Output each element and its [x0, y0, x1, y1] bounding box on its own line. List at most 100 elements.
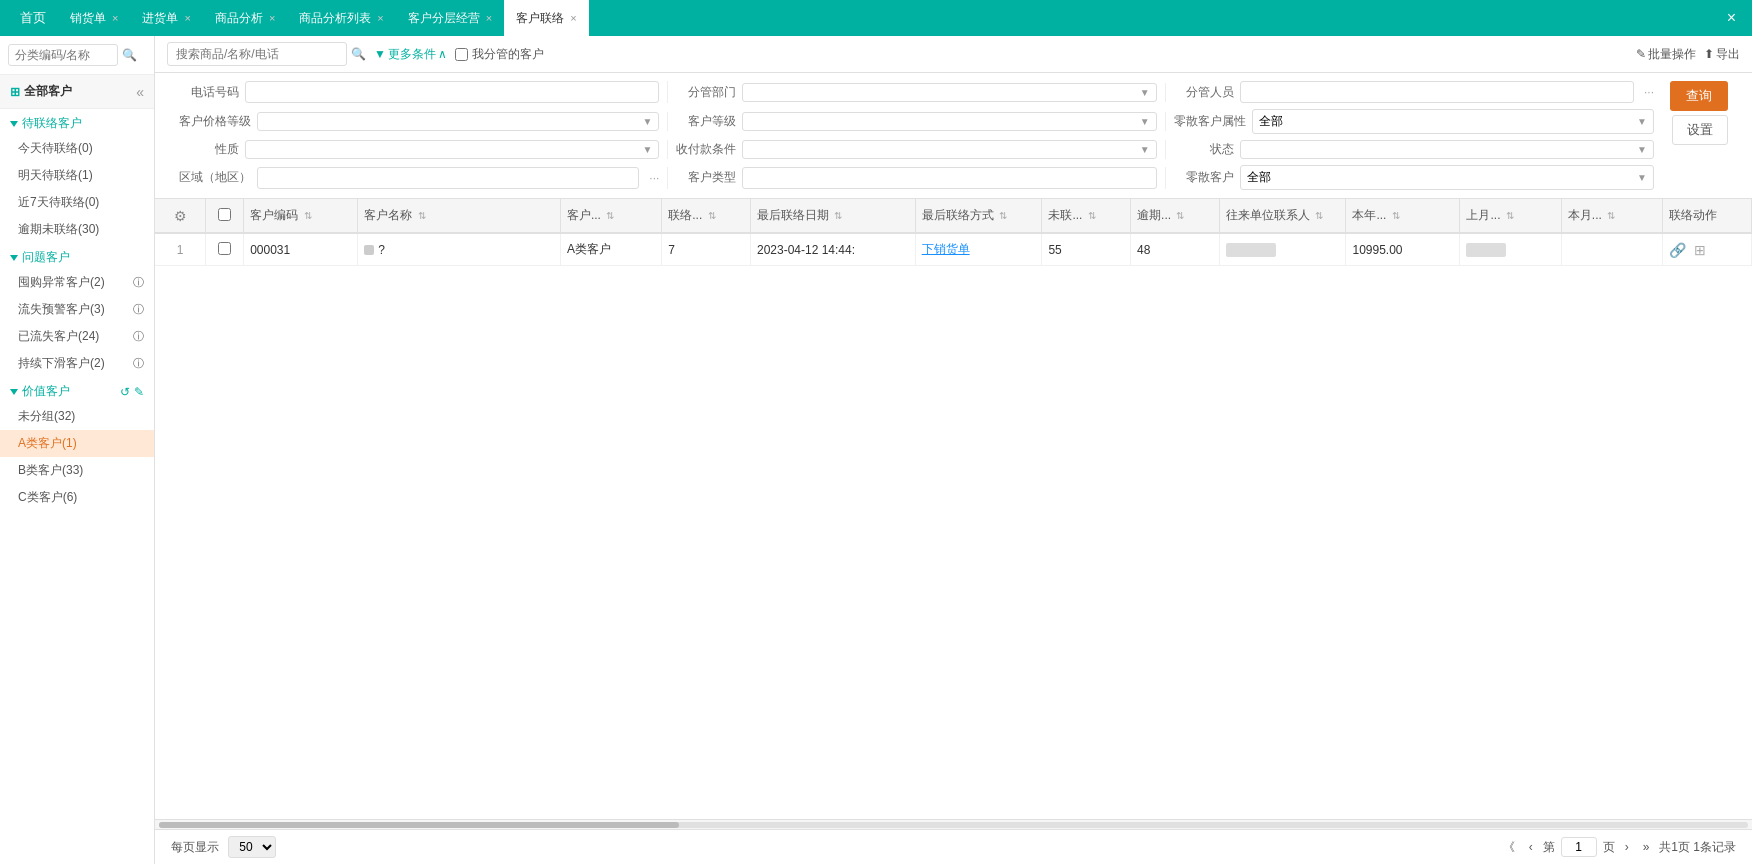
query-button[interactable]: 查询 — [1670, 81, 1728, 111]
sidebar: 🔍 ⊞ 全部客户 « 待联络客户 今天待联络(0) 明天待联络(1) 近7天待联… — [0, 36, 155, 864]
section-value-customers[interactable]: 价值客户 ↺ ✎ — [0, 377, 154, 403]
filter-manager-input[interactable] — [1240, 81, 1634, 103]
th-overdue[interactable]: 逾期... ⇅ — [1131, 199, 1220, 233]
sidebar-item-class-b[interactable]: B类客户(33) — [0, 457, 154, 484]
page-number-input[interactable] — [1561, 837, 1597, 857]
nav-purchase[interactable]: 进货单 × — [130, 0, 202, 36]
export-btn[interactable]: ⬆ 导出 — [1704, 46, 1740, 63]
th-cust-class[interactable]: 客户... ⇅ — [560, 199, 661, 233]
filter-search-button[interactable]: 🔍 — [351, 47, 366, 61]
total-records-label: 共1页 1条记录 — [1659, 839, 1736, 856]
th-checkbox[interactable] — [206, 199, 244, 233]
scrollbar-thumb[interactable] — [159, 822, 679, 828]
filter-cust-tier-select[interactable]: ▼ — [742, 112, 1156, 131]
nav-close-product-analysis[interactable]: × — [269, 12, 275, 24]
th-contact[interactable]: 联络... ⇅ — [662, 199, 751, 233]
th-last-date[interactable]: 最后联络日期 ⇅ — [750, 199, 915, 233]
filter-price-tier-select[interactable]: ▼ — [257, 112, 659, 131]
filter-cell-nature: 性质 ▼ — [171, 140, 668, 159]
filter-phone-input[interactable] — [245, 81, 659, 103]
nav-customer-tier[interactable]: 客户分层经营 × — [396, 0, 504, 36]
sidebar-item-churned[interactable]: 已流失客户(24) ⓘ — [0, 323, 154, 350]
sidebar-item-overdue[interactable]: 逾期未联络(30) — [0, 216, 154, 243]
adv-filter-row2: 客户价格等级 ▼ 客户等级 ▼ — [171, 109, 1662, 134]
row-checkbox[interactable] — [206, 233, 244, 266]
nav-close-sales[interactable]: × — [112, 12, 118, 24]
page-last-btn[interactable]: » — [1639, 838, 1654, 856]
th-no-contact[interactable]: 未联... ⇅ — [1042, 199, 1131, 233]
batch-op-btn[interactable]: ✎ 批量操作 — [1636, 46, 1696, 63]
sidebar-collapse-btn[interactable]: « — [136, 84, 144, 100]
sidebar-item-churn-warning[interactable]: 流失预警客户(3) ⓘ — [0, 296, 154, 323]
th-this-month[interactable]: 本月... ⇅ — [1561, 199, 1662, 233]
my-customers-checkbox[interactable] — [455, 48, 468, 61]
nav-close-customer-contact[interactable]: × — [570, 12, 576, 24]
section-problem-customers[interactable]: 问题客户 — [0, 243, 154, 269]
nav-product-analysis-list[interactable]: 商品分析列表 × — [287, 0, 395, 36]
page-size-select[interactable]: 50 — [228, 836, 276, 858]
select-all-checkbox[interactable] — [218, 208, 231, 221]
nav-home[interactable]: 首页 — [8, 0, 58, 36]
sidebar-item-class-a[interactable]: A类客户(1) — [0, 430, 154, 457]
page-next-btn[interactable]: › — [1621, 838, 1633, 856]
nav-product-analysis[interactable]: 商品分析 × — [203, 0, 287, 36]
sort-last-method-icon: ⇅ — [999, 210, 1007, 221]
th-last-method[interactable]: 最后联络方式 ⇅ — [915, 199, 1042, 233]
sidebar-item-tomorrow[interactable]: 明天待联络(1) — [0, 162, 154, 189]
close-all-tabs[interactable]: × — [1719, 9, 1744, 27]
filter-retail-select[interactable]: 全部 ▼ — [1240, 165, 1654, 190]
section-problem-chevron — [10, 255, 18, 261]
sidebar-item-ungrouped[interactable]: 未分组(32) — [0, 403, 154, 430]
sidebar-item-7days[interactable]: 近7天待联络(0) — [0, 189, 154, 216]
th-code[interactable]: 客户编码 ⇅ — [244, 199, 358, 233]
nav-sales[interactable]: 销货单 × — [58, 0, 130, 36]
sidebar-all-customers-label: 全部客户 — [24, 83, 72, 100]
sidebar-item-hoarding[interactable]: 囤购异常客户(2) ⓘ — [0, 269, 154, 296]
row-last-method[interactable]: 下销货单 — [915, 233, 1042, 266]
table-settings-icon[interactable]: ⚙ — [174, 208, 187, 224]
horizontal-scrollbar[interactable] — [155, 819, 1752, 829]
scrollbar-track[interactable] — [159, 822, 1748, 828]
nav-customer-contact[interactable]: 客户联络 × — [504, 0, 588, 36]
filter-more-btn[interactable]: ▼ 更多条件 ∧ — [374, 46, 447, 63]
sidebar-search-icon[interactable]: 🔍 — [122, 48, 137, 62]
name-color-dot — [364, 245, 374, 255]
my-customers-checkbox-label[interactable]: 我分管的客户 — [455, 46, 544, 63]
action-qr-icon[interactable]: ⊞ — [1694, 242, 1706, 258]
nav-close-purchase[interactable]: × — [184, 12, 190, 24]
sidebar-item-today[interactable]: 今天待联络(0) — [0, 135, 154, 162]
row-select-checkbox[interactable] — [218, 242, 231, 255]
filter-payment-select[interactable]: ▼ — [742, 140, 1156, 159]
row-last-month — [1460, 233, 1561, 266]
sidebar-item-class-c[interactable]: C类客户(6) — [0, 484, 154, 511]
nav-close-customer-tier[interactable]: × — [486, 12, 492, 24]
th-name[interactable]: 客户名称 ⇅ — [358, 199, 561, 233]
filter-manager-dots[interactable]: ··· — [1644, 85, 1654, 99]
filter-region-dots[interactable]: ··· — [649, 171, 659, 185]
filter-nature-select[interactable]: ▼ — [245, 140, 659, 159]
th-this-year[interactable]: 本年... ⇅ — [1346, 199, 1460, 233]
row-unit-contact — [1219, 233, 1346, 266]
th-last-month[interactable]: 上月... ⇅ — [1460, 199, 1561, 233]
filter-region-input[interactable] — [257, 167, 639, 189]
filter-cell-dept: 分管部门 ▼ — [668, 83, 1165, 102]
nav-close-product-analysis-list[interactable]: × — [377, 12, 383, 24]
filter-retail-attr-select[interactable]: 全部 ▼ — [1252, 109, 1654, 134]
edit-icon[interactable]: ✎ — [134, 385, 144, 399]
filter-status-select[interactable]: ▼ — [1240, 140, 1654, 159]
sidebar-search-input[interactable] — [8, 44, 118, 66]
sidebar-item-declining[interactable]: 持续下滑客户(2) ⓘ — [0, 350, 154, 377]
settings-button[interactable]: 设置 — [1672, 115, 1728, 145]
th-unit-contact[interactable]: 往来单位联系人 ⇅ — [1219, 199, 1346, 233]
filter-cell-cust-tier: 客户等级 ▼ — [668, 112, 1165, 131]
refresh-icon[interactable]: ↺ — [120, 385, 130, 399]
action-link-icon[interactable]: 🔗 — [1669, 242, 1686, 258]
th-settings[interactable]: ⚙ — [155, 199, 206, 233]
filter-dept-select[interactable]: ▼ — [742, 83, 1156, 102]
page-prev-btn[interactable]: ‹ — [1525, 838, 1537, 856]
sort-no-contact-icon: ⇅ — [1088, 210, 1096, 221]
section-pending-contact[interactable]: 待联络客户 — [0, 109, 154, 135]
filter-search-input[interactable] — [167, 42, 347, 66]
filter-cust-type-input[interactable] — [742, 167, 1156, 189]
page-first-btn[interactable]: 《 — [1499, 837, 1519, 858]
